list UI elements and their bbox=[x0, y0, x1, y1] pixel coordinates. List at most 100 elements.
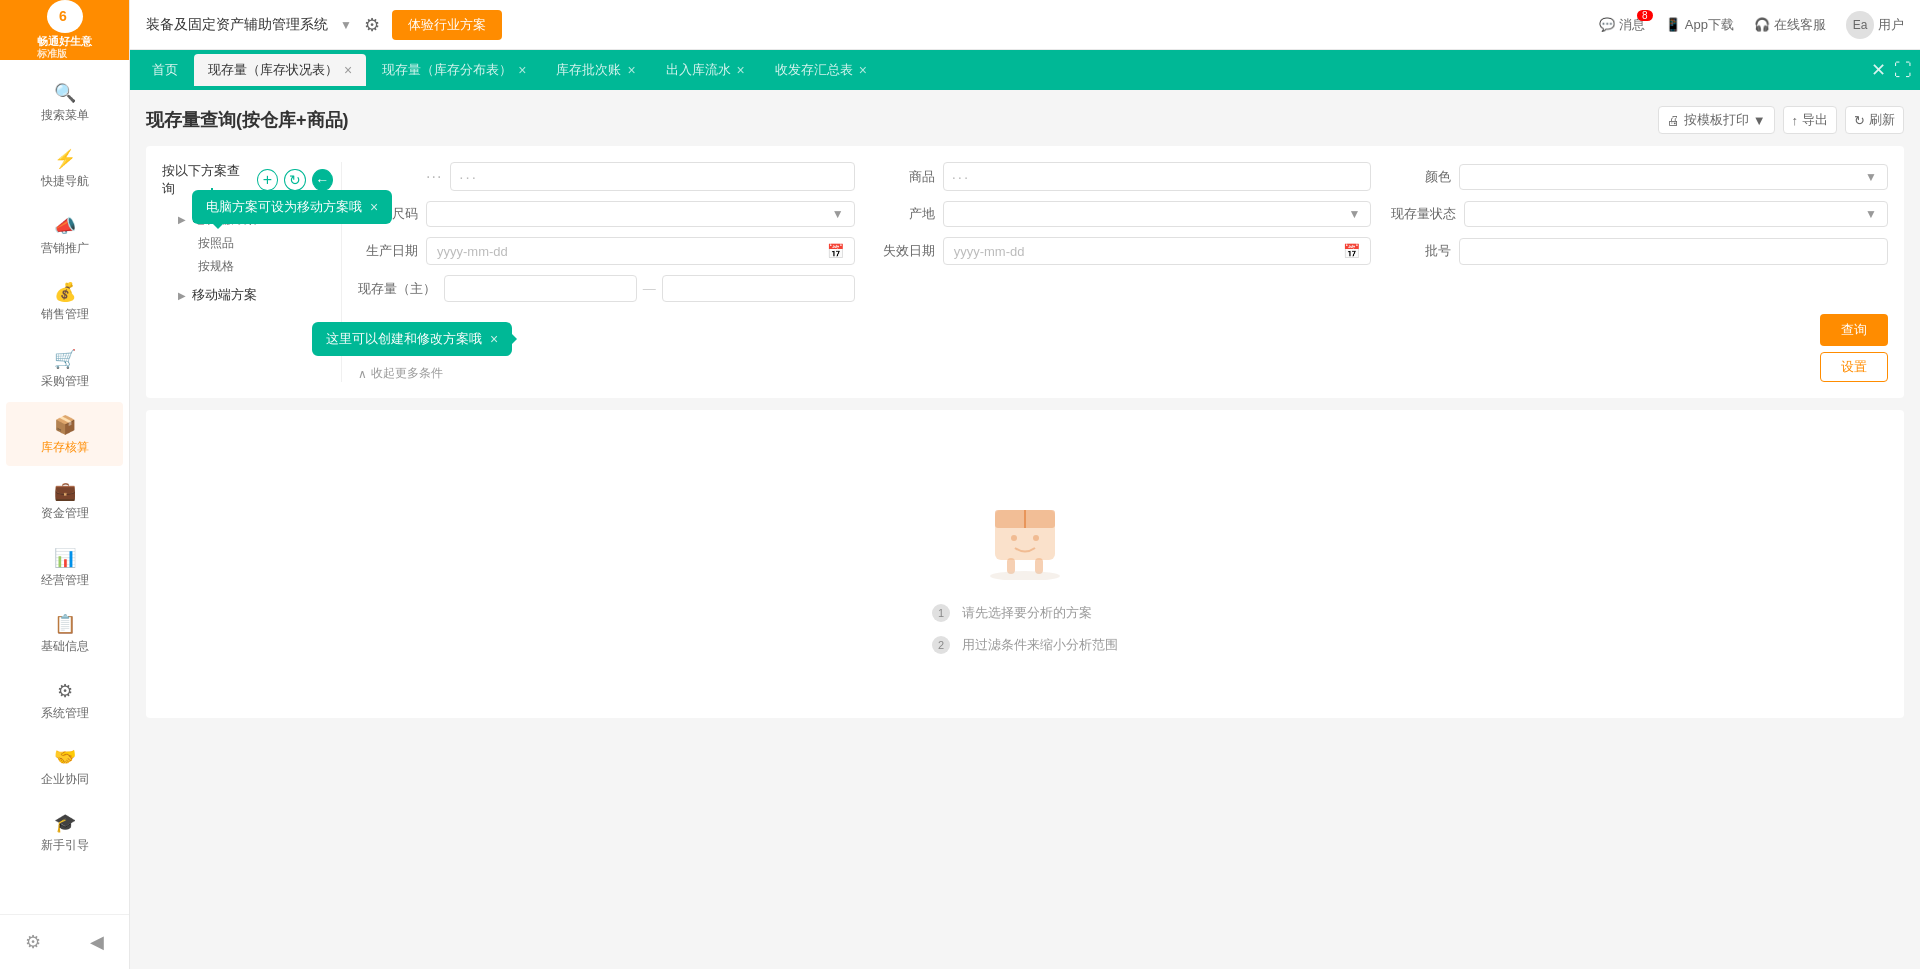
tab-batch[interactable]: 库存批次账 × bbox=[542, 54, 649, 86]
filter-row-2: 尺码 ▼ 产地 ▼ bbox=[358, 201, 1888, 227]
calendar-icon-exp: 📅 bbox=[1343, 243, 1360, 259]
filter-row-1: ··· ··· 商品 ··· bbox=[358, 162, 1888, 191]
sidebar-item-capital[interactable]: 💼 资金管理 bbox=[6, 468, 123, 532]
stock-dist-tab-label: 现存量（库存分布表） bbox=[382, 61, 512, 79]
topbar: 装备及固定资产辅助管理系统 ▼ ⚙ 体验行业方案 💬 消息 8 📱 App下载 … bbox=[130, 0, 1920, 50]
tip-num-1: 1 bbox=[932, 604, 950, 622]
empty-illustration bbox=[965, 470, 1085, 580]
origin-select[interactable]: ▼ bbox=[943, 201, 1372, 227]
tree-arrow-desktop: ▶ bbox=[178, 214, 186, 225]
filter-add-btn[interactable]: + bbox=[257, 169, 278, 191]
sidebar-item-marketing[interactable]: 📣 营销推广 bbox=[6, 203, 123, 267]
filter-refresh-btn[interactable]: ↻ bbox=[284, 169, 305, 191]
tab-close-inout[interactable]: × bbox=[737, 62, 745, 78]
tab-inout[interactable]: 出入库流水 × bbox=[652, 54, 759, 86]
tooltip1-close[interactable]: × bbox=[370, 199, 378, 215]
app-logo: 6 畅通好生意 标准版 bbox=[0, 0, 129, 60]
sidebar-item-guide[interactable]: 🎓 新手引导 bbox=[6, 800, 123, 864]
empty-tips: 1 请先选择要分析的方案 2 用过滤条件来缩小分析范围 bbox=[932, 600, 1118, 658]
refresh-btn[interactable]: ↻ 刷新 bbox=[1845, 106, 1904, 134]
exp-date-input[interactable]: yyyy-mm-dd 📅 bbox=[943, 237, 1372, 265]
tooltip2-close[interactable]: × bbox=[490, 331, 498, 347]
export-btn[interactable]: ↑ 导出 bbox=[1783, 106, 1838, 134]
management-icon: 📊 bbox=[54, 547, 76, 569]
batch-no-input[interactable] bbox=[1459, 238, 1888, 265]
stock-icon: 📦 bbox=[54, 414, 76, 436]
stock-main-from[interactable] bbox=[444, 275, 637, 302]
size-select[interactable]: ▼ bbox=[426, 201, 855, 227]
sidebar-item-basic[interactable]: 📋 基础信息 bbox=[6, 601, 123, 665]
goods-input[interactable]: ··· bbox=[943, 162, 1372, 191]
filter-field-origin: 产地 ▼ bbox=[875, 201, 1372, 227]
exp-date-label: 失效日期 bbox=[875, 242, 935, 260]
stock-main-to[interactable] bbox=[662, 275, 855, 302]
content-area: 现存量查询(按仓库+商品) 🖨 按模板打印 ▼ ↑ 导出 ↻ 刷新 bbox=[130, 90, 1920, 969]
tab-stock-status[interactable]: 现存量（库存状况表） × bbox=[194, 54, 366, 86]
guide-icon: 🎓 bbox=[54, 812, 76, 834]
filter-field-stock-main: 现存量（主） — bbox=[358, 275, 855, 302]
tab-home[interactable]: 首页 bbox=[138, 54, 192, 86]
notice-icon: 💬 bbox=[1599, 17, 1615, 32]
username-label: 用户 bbox=[1878, 16, 1904, 34]
sidebar-item-sales[interactable]: 💰 销售管理 bbox=[6, 269, 123, 333]
tab-expand-icon[interactable]: ⛶ bbox=[1894, 60, 1912, 81]
tab-close-all-icon[interactable]: ✕ bbox=[1871, 59, 1886, 81]
tab-close-batch[interactable]: × bbox=[627, 62, 635, 78]
calendar-icon-prod: 📅 bbox=[827, 243, 844, 259]
online-service-btn[interactable]: 🎧 在线客服 bbox=[1754, 16, 1826, 34]
set-btn[interactable]: 设置 bbox=[1820, 352, 1888, 382]
tab-receipt[interactable]: 收发存汇总表 × bbox=[761, 54, 881, 86]
mobile-scheme-item[interactable]: ▶ 移动端方案 bbox=[170, 282, 333, 308]
goods-label: 商品 bbox=[875, 168, 935, 186]
user-profile-btn[interactable]: Ea 用户 bbox=[1846, 11, 1904, 39]
scheme-subitem-by-spec[interactable]: 按规格 bbox=[170, 255, 333, 278]
collapse-sidebar-icon[interactable]: ◀ bbox=[86, 927, 108, 957]
query-btn[interactable]: 查询 bbox=[1820, 314, 1888, 346]
topbar-settings-icon[interactable]: ⚙ bbox=[364, 14, 380, 36]
main-area: 装备及固定资产辅助管理系统 ▼ ⚙ 体验行业方案 💬 消息 8 📱 App下载 … bbox=[130, 0, 1920, 969]
industry-btn[interactable]: 体验行业方案 bbox=[392, 10, 502, 40]
settings-bottom-icon[interactable]: ⚙ bbox=[21, 927, 45, 957]
range-dash: — bbox=[643, 281, 656, 296]
sidebar-item-search[interactable]: 🔍 搜索菜单 bbox=[6, 70, 123, 134]
sales-icon: 💰 bbox=[54, 281, 76, 303]
tab-close-stock-status[interactable]: × bbox=[344, 62, 352, 78]
inout-tab-label: 出入库流水 bbox=[666, 61, 731, 79]
page-title: 现存量查询(按仓库+商品) bbox=[146, 108, 349, 132]
sidebar-item-quick[interactable]: ⚡ 快捷导航 bbox=[6, 136, 123, 200]
tab-close-stock-dist[interactable]: × bbox=[518, 62, 526, 78]
tab-close-receipt[interactable]: × bbox=[859, 62, 867, 78]
system-dropdown-icon[interactable]: ▼ bbox=[340, 18, 352, 32]
system-icon: ⚙ bbox=[57, 680, 73, 702]
sidebar-item-stock[interactable]: 📦 库存核算 bbox=[6, 402, 123, 466]
tabbar-btns: ✕ ⛶ bbox=[1871, 59, 1912, 81]
notice-btn[interactable]: 💬 消息 8 bbox=[1599, 16, 1645, 34]
tabbar: 首页 现存量（库存状况表） × 现存量（库存分布表） × 库存批次账 × 出入库… bbox=[130, 50, 1920, 90]
headset-icon: 🎧 bbox=[1754, 17, 1770, 32]
filter-field-stock-status: 现存量状态 ▼ bbox=[1391, 201, 1888, 227]
print-btn[interactable]: 🖨 按模板打印 ▼ bbox=[1658, 106, 1775, 134]
sidebar-item-purchase[interactable]: 🛒 采购管理 bbox=[6, 336, 123, 400]
origin-chevron-icon: ▼ bbox=[1348, 207, 1360, 221]
tip-num-2: 2 bbox=[932, 636, 950, 654]
sidebar-item-system[interactable]: ⚙ 系统管理 bbox=[6, 668, 123, 732]
prod-date-input[interactable]: yyyy-mm-dd 📅 bbox=[426, 237, 855, 265]
filter-arrow-btn[interactable]: ← bbox=[312, 169, 333, 191]
app-name: 畅通好生意 标准版 bbox=[37, 35, 92, 60]
filter-bottom-row: ∧ 收起更多条件 查询 设置 bbox=[358, 314, 1888, 382]
scheme-subitem-by-goods[interactable]: 按照品 bbox=[170, 232, 333, 255]
tooltip2: 这里可以创建和修改方案哦 × bbox=[312, 322, 512, 356]
capital-icon: 💼 bbox=[54, 480, 76, 502]
collapse-btn[interactable]: ∧ 收起更多条件 bbox=[358, 365, 443, 382]
app-download-btn[interactable]: 📱 App下载 bbox=[1665, 16, 1734, 34]
filter-right-panel: ··· ··· 商品 ··· bbox=[342, 162, 1888, 382]
color-select[interactable]: ▼ bbox=[1459, 164, 1888, 190]
stock-status-select[interactable]: ▼ bbox=[1464, 201, 1888, 227]
tab-stock-dist[interactable]: 现存量（库存分布表） × bbox=[368, 54, 540, 86]
content-actions: 🖨 按模板打印 ▼ ↑ 导出 ↻ 刷新 bbox=[1658, 106, 1904, 134]
sidebar-item-cooperation[interactable]: 🤝 企业协同 bbox=[6, 734, 123, 798]
sidebar-item-management[interactable]: 📊 经营管理 bbox=[6, 535, 123, 599]
filter-field-size: 尺码 ▼ bbox=[358, 201, 855, 227]
warehouse-input[interactable]: ··· bbox=[450, 162, 854, 191]
warehouse-dots: ··· bbox=[426, 168, 442, 186]
